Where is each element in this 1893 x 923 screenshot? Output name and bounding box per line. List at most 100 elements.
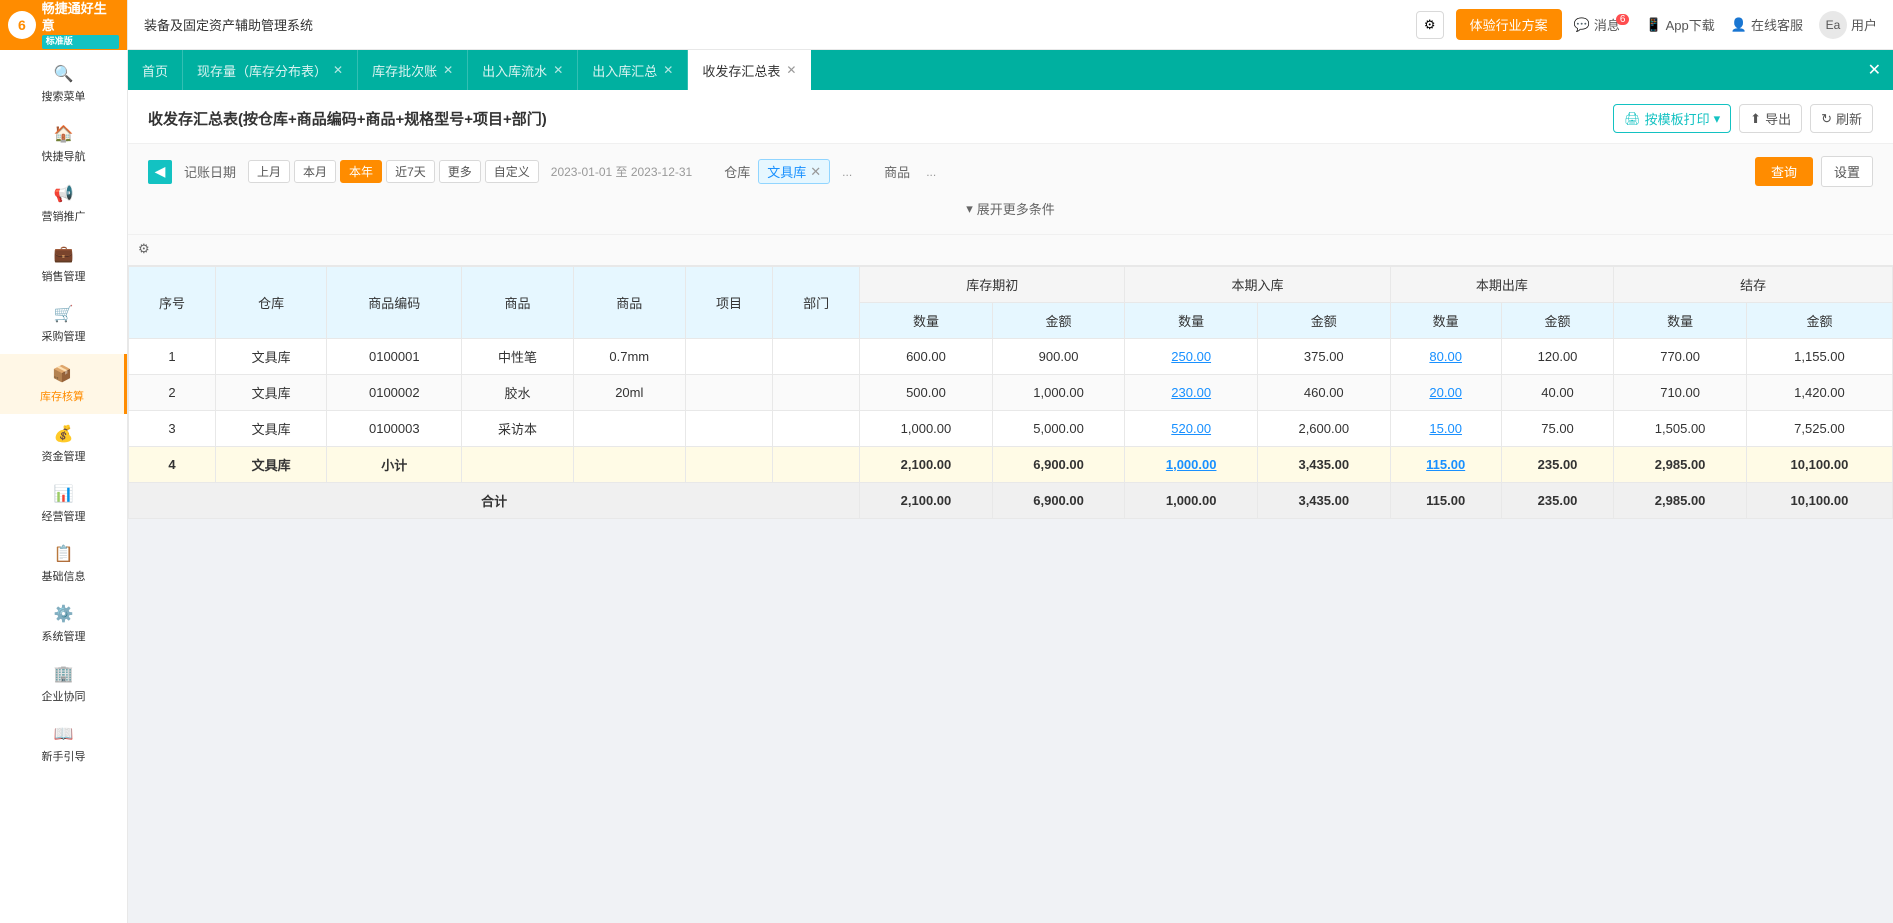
sidebar-item-quick-nav[interactable]: 🏠 快捷导航 [0,114,127,174]
row3-warehouse: 文具库 [216,411,327,447]
col-product-spec-header: 商品 [573,267,685,339]
subtotal-out-qty[interactable]: 115.00 [1390,447,1501,483]
date-btn-7days[interactable]: 近7天 [386,160,435,183]
system-title: 装备及固定资产辅助管理系统 [144,15,1404,34]
inventory-icon: 📦 [52,364,72,384]
tab-stock-dist-close[interactable]: ✕ [333,63,343,77]
sales-icon: 💼 [54,244,74,264]
message-btn[interactable]: 💬 消息 6 [1574,15,1630,34]
tab-stock-dist[interactable]: 现存量（库存分布表） ✕ [183,50,358,90]
topbar-actions: 💬 消息 6 📱 App下载 👤 在线客服 Ea 用户 [1574,11,1877,39]
date-btn-custom[interactable]: 自定义 [485,160,539,183]
app-logo: 6 畅捷通好生意 标准版 [0,0,127,50]
col-project-header: 项目 [686,267,773,339]
filter-actions: 查询 设置 [1755,156,1873,187]
row1-out-qty[interactable]: 80.00 [1390,339,1501,375]
subtotal-empty4 [773,447,860,483]
col-out-qty-header: 数量 [1390,303,1501,339]
sidebar-item-purchase[interactable]: 🛒 采购管理 [0,294,127,354]
avatar-icon: Ea [1819,11,1847,39]
subtotal-empty2 [573,447,685,483]
tab-batch[interactable]: 库存批次账 ✕ [358,50,468,90]
sidebar-label-operation: 经营管理 [42,508,86,524]
col-warehouse-header: 仓库 [216,267,327,339]
experience-btn[interactable]: 体验行业方案 [1456,9,1562,40]
row2-spec: 20ml [573,375,685,411]
tab-close-all-btn[interactable]: ✕ [1856,60,1893,80]
subtotal-in-qty[interactable]: 1,000.00 [1125,447,1258,483]
sidebar-item-finance[interactable]: 💰 资金管理 [0,414,127,474]
sidebar-item-system[interactable]: ⚙️ 系统管理 [0,594,127,654]
date-btn-more[interactable]: 更多 [439,160,481,183]
app-download-btn[interactable]: 📱 App下载 [1645,15,1714,34]
online-service-btn[interactable]: 👤 在线客服 [1731,15,1803,34]
sidebar-item-newbie[interactable]: 📖 新手引导 [0,714,127,774]
subtotal-warehouse: 文具库 [216,447,327,483]
page: 收发存汇总表(按仓库+商品编码+商品+规格型号+项目+部门) 🖨 按模板打印 ▾… [128,90,1893,923]
tab-inout-summary-label: 出入库汇总 [592,61,657,80]
date-filter-label: 记账日期 [184,162,236,181]
col-period-in-group-header: 本期入库 [1125,267,1390,303]
refresh-icon: ↻ [1821,111,1832,127]
col-close-qty-header: 数量 [1614,303,1747,339]
row3-out-qty[interactable]: 15.00 [1390,411,1501,447]
row2-name: 胶水 [462,375,573,411]
row3-code: 0100003 [327,411,462,447]
subtotal-close-qty: 2,985.00 [1614,447,1747,483]
print-icon: 🖨 [1624,111,1641,127]
sidebar-item-enterprise[interactable]: 🏢 企业协同 [0,654,127,714]
date-btn-cur[interactable]: 本月 [294,160,336,183]
row2-close-qty: 710.00 [1614,375,1747,411]
expand-more-btn[interactable]: ▾ 展开更多条件 [148,195,1873,222]
row2-in-qty[interactable]: 230.00 [1125,375,1258,411]
col-opening-group-header: 库存期初 [860,267,1125,303]
user-avatar[interactable]: Ea 用户 [1819,11,1877,39]
tab-inout-summary[interactable]: 出入库汇总 ✕ [578,50,688,90]
sidebar-item-marketing[interactable]: 📢 营销推广 [0,174,127,234]
row3-project [686,411,773,447]
row1-in-amt: 375.00 [1257,339,1390,375]
sidebar-item-operation[interactable]: 📊 经营管理 [0,474,127,534]
tab-recv-send-summary-close[interactable]: ✕ [786,63,796,77]
sidebar-label-system: 系统管理 [42,628,86,644]
row2-out-qty[interactable]: 20.00 [1390,375,1501,411]
print-btn[interactable]: 🖨 按模板打印 ▾ [1613,104,1731,133]
refresh-btn[interactable]: ↻ 刷新 [1810,104,1873,133]
row2-warehouse: 文具库 [216,375,327,411]
goods-label: 商品 [884,165,910,180]
row3-in-qty[interactable]: 520.00 [1125,411,1258,447]
goods-more[interactable]: ... [926,165,936,179]
filter-toggle-btn[interactable]: ◀ [148,160,172,184]
tabbar: 首页 现存量（库存分布表） ✕ 库存批次账 ✕ 出入库流水 ✕ 出入库汇总 ✕ … [128,50,1893,90]
warehouse-more[interactable]: ... [842,165,852,179]
warehouse-tag-remove[interactable]: ✕ [810,164,821,180]
sidebar-label-sales: 销售管理 [42,268,86,284]
date-btn-up[interactable]: 上月 [248,160,290,183]
tab-inout-summary-close[interactable]: ✕ [663,63,673,77]
tab-recv-send-summary[interactable]: 收发存汇总表 ✕ [688,50,811,90]
query-btn[interactable]: 查询 [1755,157,1813,186]
row1-warehouse: 文具库 [216,339,327,375]
tab-batch-close[interactable]: ✕ [443,63,453,77]
topbar: 装备及固定资产辅助管理系统 ⚙ 体验行业方案 💬 消息 6 📱 App下载 👤 … [128,0,1893,50]
tab-inout-flow[interactable]: 出入库流水 ✕ [468,50,578,90]
row1-in-qty[interactable]: 250.00 [1125,339,1258,375]
warehouse-tag: 文具库 ✕ [758,159,830,184]
row1-open-qty: 600.00 [860,339,993,375]
table-settings-icon[interactable]: ⚙ [138,241,156,259]
date-btn-year[interactable]: 本年 [340,160,382,183]
sidebar-item-basic[interactable]: 📋 基础信息 [0,534,127,594]
export-btn[interactable]: ⬆ 导出 [1739,104,1802,133]
row3-spec [573,411,685,447]
date-range-text: 2023-01-01 至 2023-12-31 [551,163,692,180]
tab-inout-flow-close[interactable]: ✕ [553,63,563,77]
row3-close-amt: 7,525.00 [1746,411,1892,447]
footer-open-qty: 2,100.00 [860,483,993,519]
sidebar-item-search[interactable]: 🔍 搜索菜单 [0,54,127,114]
sidebar-item-sales[interactable]: 💼 销售管理 [0,234,127,294]
subtotal-empty1 [462,447,573,483]
sidebar-item-inventory[interactable]: 📦 库存核算 [0,354,127,414]
filter-settings-btn[interactable]: 设置 [1821,156,1873,187]
settings-icon-btn[interactable]: ⚙ [1416,11,1444,39]
tab-home[interactable]: 首页 [128,50,183,90]
